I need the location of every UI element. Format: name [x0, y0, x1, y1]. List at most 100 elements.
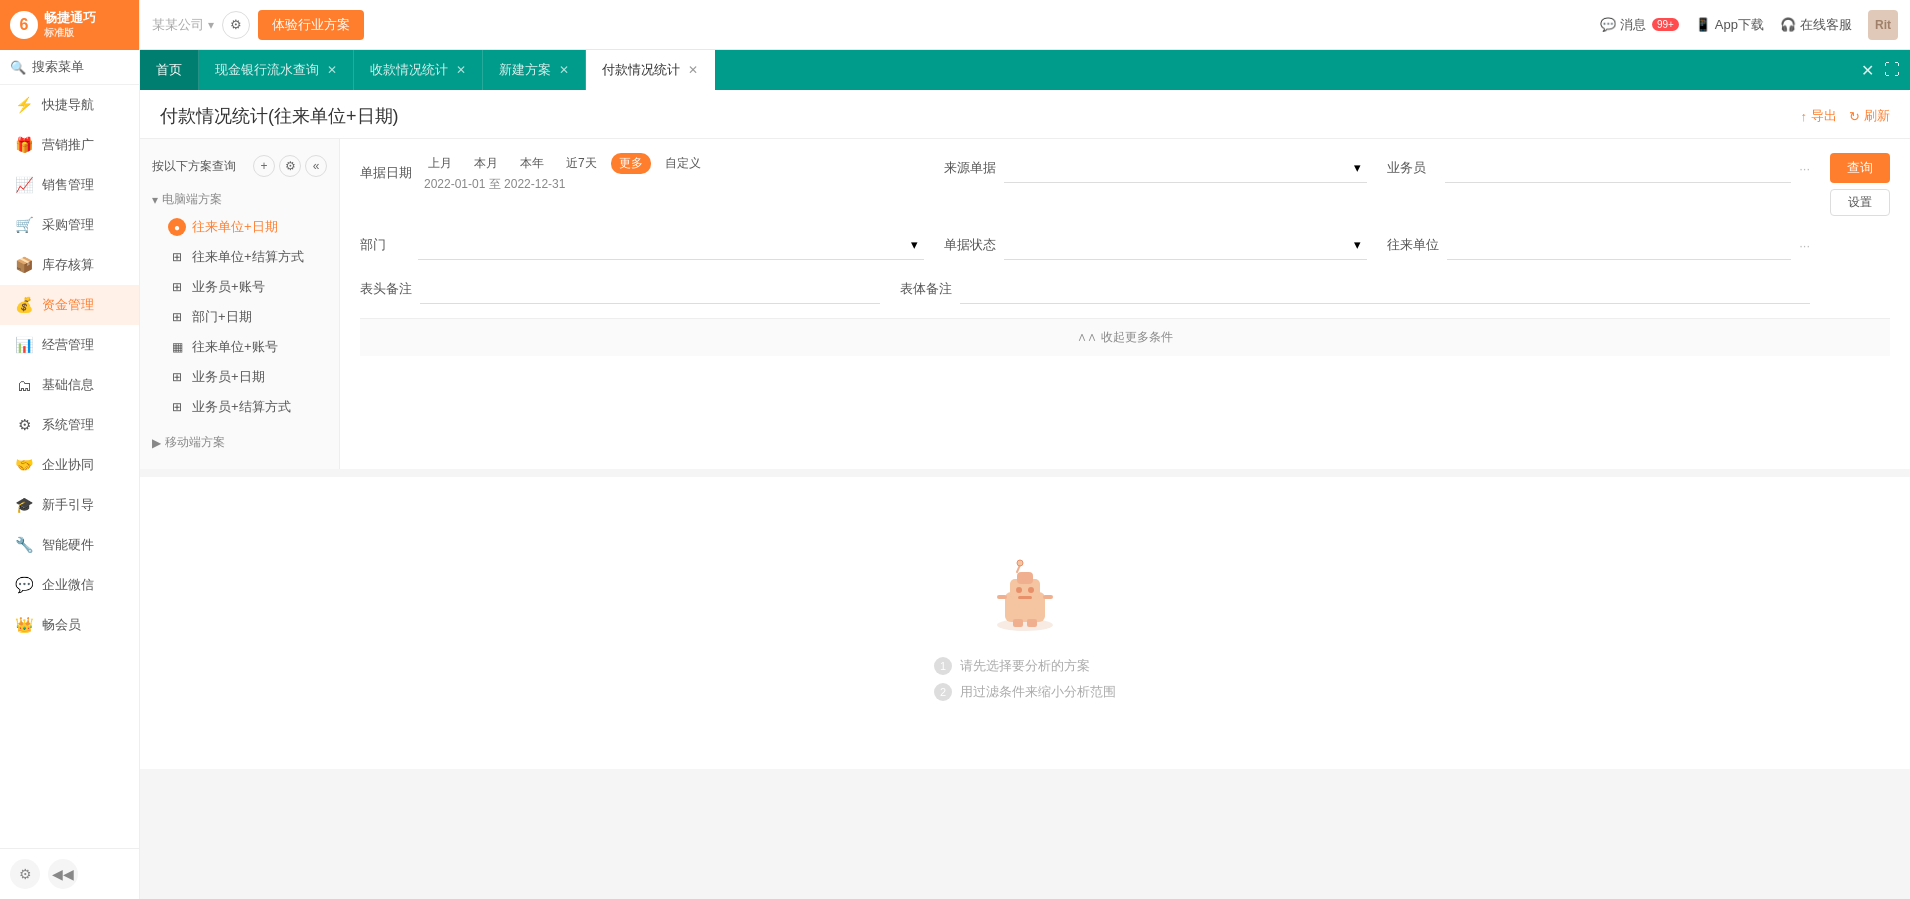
sidebar-item-inventory[interactable]: 📦 库存核算 — [0, 245, 139, 285]
sidebar-item-quick-nav[interactable]: ⚡ 快捷导航 — [0, 85, 139, 125]
date-option-this-month[interactable]: 本月 — [466, 153, 506, 174]
scheme-item-counterparty-date[interactable]: ● 往来单位+日期 — [140, 212, 339, 242]
query-body: 按以下方案查询 + ⚙ « ▾ 电脑端方案 — [140, 139, 1910, 469]
sidebar-item-system[interactable]: ⚙ 系统管理 — [0, 405, 139, 445]
scheme-item-counterparty-account[interactable]: ▦ 往来单位+账号 — [140, 332, 339, 362]
search-icon: 🔍 — [10, 60, 26, 75]
table-header-notes-input[interactable] — [420, 274, 880, 304]
table-header-notes-field: 表头备注 — [360, 274, 880, 304]
sidebar-item-guide[interactable]: 🎓 新手引导 — [0, 485, 139, 525]
tab-payment-stats-close-icon[interactable]: ✕ — [688, 64, 698, 76]
tab-maximize-icon[interactable]: ⛶ — [1884, 61, 1900, 79]
tabs-bar: 首页 现金银行流水查询 ✕ 收款情况统计 ✕ 新建方案 ✕ 付款情况统计 ✕ ✕… — [140, 50, 1910, 90]
salesman-input[interactable] — [1445, 153, 1791, 183]
page-header: 付款情况统计(往来单位+日期) ↑ 导出 ↻ 刷新 — [140, 90, 1910, 139]
sidebar-bottom: ⚙ ◀◀ — [0, 848, 139, 899]
sidebar-item-purchase[interactable]: 🛒 采购管理 — [0, 205, 139, 245]
system-icon: ⚙ — [14, 415, 34, 435]
mobile-section-arrow-icon: ▶ — [152, 436, 161, 450]
sidebar-item-member[interactable]: 👑 畅会员 — [0, 605, 139, 645]
logo-icon: 6 — [10, 11, 38, 39]
tab-home-label: 首页 — [156, 61, 182, 79]
app-download-action[interactable]: 📱 App下载 — [1695, 16, 1764, 34]
svg-rect-9 — [1013, 619, 1023, 627]
tab-close-all-icon[interactable]: ✕ — [1861, 61, 1874, 80]
avatar[interactable]: Rit — [1868, 10, 1898, 40]
source-doc-chevron-icon: ▾ — [1354, 160, 1361, 175]
search-label: 搜索菜单 — [32, 58, 84, 76]
scheme-item-salesman-account[interactable]: ⊞ 业务员+账号 — [140, 272, 339, 302]
topbar-right: 💬 消息 99+ 📱 App下载 🎧 在线客服 Rit — [1600, 10, 1898, 40]
trial-btn[interactable]: 体验行业方案 — [258, 10, 364, 40]
sidebar-item-label: 资金管理 — [42, 296, 94, 314]
settings-btn[interactable]: 设置 — [1830, 189, 1890, 216]
sidebar-item-label: 智能硬件 — [42, 536, 94, 554]
hardware-icon: 🔧 — [14, 535, 34, 555]
sidebar-item-label: 企业微信 — [42, 576, 94, 594]
pc-section-toggle[interactable]: ▾ 电脑端方案 — [140, 187, 339, 212]
scheme-item-grid3-icon: ⊞ — [168, 308, 186, 326]
sidebar-logo: 6 畅捷通巧 标准版 — [0, 0, 139, 50]
tab-receipt-stats-close-icon[interactable]: ✕ — [456, 64, 466, 76]
tab-home[interactable]: 首页 — [140, 50, 199, 90]
date-option-this-year[interactable]: 本年 — [512, 153, 552, 174]
date-option-more[interactable]: 更多 — [611, 153, 651, 174]
add-scheme-btn[interactable]: + — [253, 155, 275, 177]
tab-new-scheme[interactable]: 新建方案 ✕ — [483, 50, 586, 90]
avatar-text: Rit — [1875, 18, 1891, 32]
sidebar-item-hardware[interactable]: 🔧 智能硬件 — [0, 525, 139, 565]
svg-rect-6 — [1018, 596, 1032, 599]
sidebar-search[interactable]: 🔍 搜索菜单 — [0, 50, 139, 85]
query-btn[interactable]: 查询 — [1830, 153, 1890, 183]
counterparty-ellipsis-icon[interactable]: ··· — [1799, 238, 1810, 253]
date-option-7days[interactable]: 近7天 — [558, 153, 605, 174]
sidebar-item-label: 销售管理 — [42, 176, 94, 194]
online-service-action[interactable]: 🎧 在线客服 — [1780, 16, 1852, 34]
export-btn[interactable]: ↑ 导出 — [1801, 107, 1838, 125]
sales-icon: 📈 — [14, 175, 34, 195]
collapse-arrow-icon: ∧∧ — [1077, 330, 1097, 344]
dept-select[interactable]: ▾ — [418, 230, 924, 260]
svg-rect-10 — [1027, 619, 1037, 627]
scheme-item-counterparty-settle[interactable]: ⊞ 往来单位+结算方式 — [140, 242, 339, 272]
sidebar-item-enterprise[interactable]: 🤝 企业协同 — [0, 445, 139, 485]
scheme-item-bar-icon: ▦ — [168, 338, 186, 356]
salesman-ellipsis-icon[interactable]: ··· — [1799, 161, 1810, 176]
download-icon: 📱 — [1695, 17, 1711, 32]
scheme-item-dept-date[interactable]: ⊞ 部门+日期 — [140, 302, 339, 332]
table-body-notes-input[interactable] — [960, 274, 1810, 304]
settings-bottom-btn[interactable]: ⚙ — [10, 859, 40, 889]
counterparty-input[interactable] — [1447, 230, 1791, 260]
collapse-sidebar-btn[interactable]: ◀◀ — [48, 859, 78, 889]
tab-new-scheme-close-icon[interactable]: ✕ — [559, 64, 569, 76]
message-action[interactable]: 💬 消息 99+ — [1600, 16, 1679, 34]
sidebar-item-sales[interactable]: 📈 销售管理 — [0, 165, 139, 205]
date-option-custom[interactable]: 自定义 — [657, 153, 709, 174]
sidebar-item-weixin[interactable]: 💬 企业微信 — [0, 565, 139, 605]
mobile-section-toggle[interactable]: ▶ 移动端方案 — [140, 430, 339, 455]
sidebar-item-finance[interactable]: 💰 资金管理 — [0, 285, 139, 325]
tab-receipt-stats[interactable]: 收款情况统计 ✕ — [354, 50, 483, 90]
scheme-item-salesman-date[interactable]: ⊞ 业务员+日期 — [140, 362, 339, 392]
topbar-settings-btn[interactable]: ⚙ — [222, 11, 250, 39]
sidebar-item-marketing[interactable]: 🎁 营销推广 — [0, 125, 139, 165]
sidebar-item-basics[interactable]: 🗂 基础信息 — [0, 365, 139, 405]
tab-cash-flow[interactable]: 现金银行流水查询 ✕ — [199, 50, 354, 90]
date-option-last-month[interactable]: 上月 — [420, 153, 460, 174]
source-doc-select[interactable]: ▾ — [1004, 153, 1367, 183]
doc-status-select[interactable]: ▾ — [1004, 230, 1367, 260]
sidebar-item-operation[interactable]: 📊 经营管理 — [0, 325, 139, 365]
company-selector[interactable]: 某某公司 ▾ — [152, 16, 214, 34]
refresh-btn[interactable]: ↻ 刷新 — [1849, 107, 1890, 125]
tab-payment-stats-label: 付款情况统计 — [602, 61, 680, 79]
tab-payment-stats[interactable]: 付款情况统计 ✕ — [586, 50, 715, 90]
mobile-section-label: 移动端方案 — [165, 434, 225, 451]
tab-cash-flow-close-icon[interactable]: ✕ — [327, 64, 337, 76]
dept-label: 部门 — [360, 236, 410, 254]
collapse-bar[interactable]: ∧∧ 收起更多条件 — [360, 318, 1890, 356]
collapse-scheme-btn[interactable]: « — [305, 155, 327, 177]
scheme-item-salesman-settle[interactable]: ⊞ 业务员+结算方式 — [140, 392, 339, 422]
marketing-icon: 🎁 — [14, 135, 34, 155]
scheme-settings-btn[interactable]: ⚙ — [279, 155, 301, 177]
empty-tip-1: 1 请先选择要分析的方案 — [934, 657, 1116, 675]
